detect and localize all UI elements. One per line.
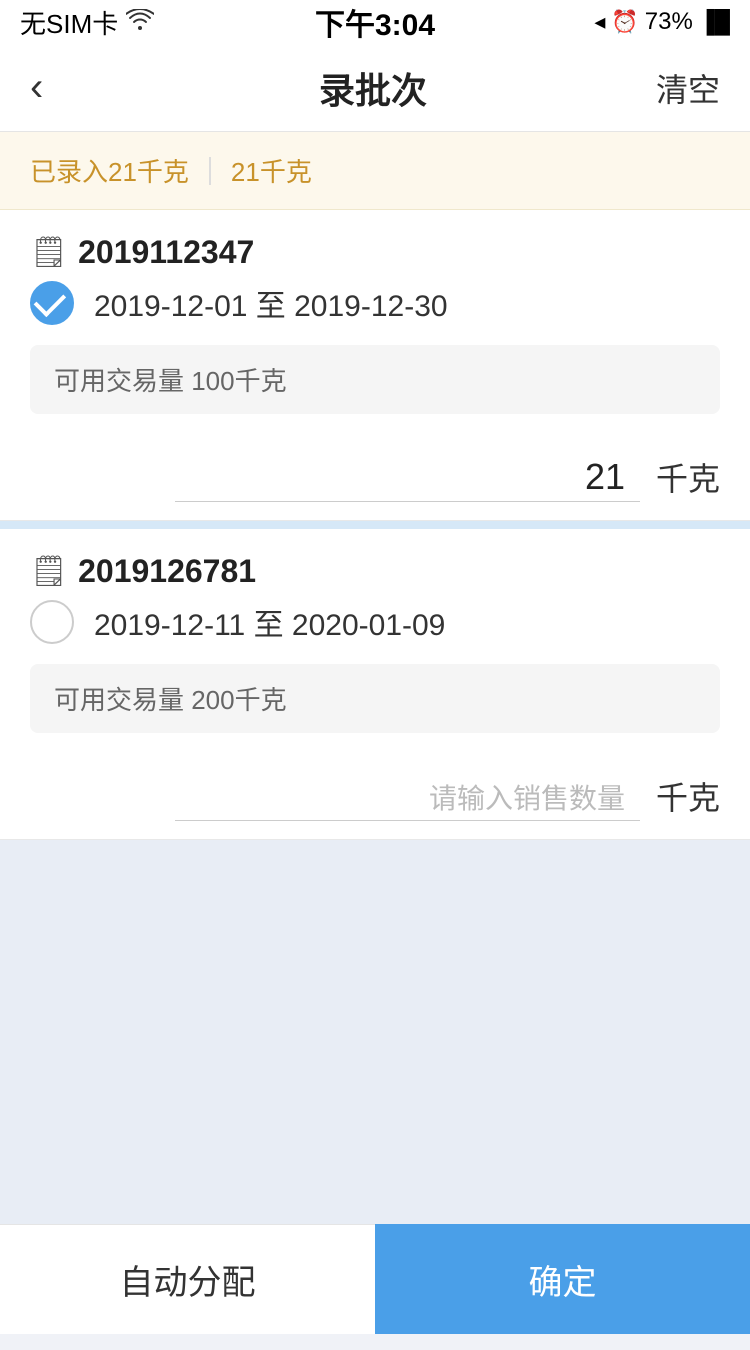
batch-id-1: 2019112347 xyxy=(78,234,254,271)
batch-id-2: 2019126781 xyxy=(78,553,256,590)
nav-bar: ‹ 录批次 清空 xyxy=(0,44,750,132)
batch-dates-2: 2019-12-11 至 2020-01-09 xyxy=(94,600,445,644)
batch-card-2: 🗒 2019126781 2019-12-11 至 2020-01-09 可用交… xyxy=(0,529,750,840)
clear-button[interactable]: 清空 xyxy=(656,65,720,111)
battery-icon: ▐█ xyxy=(699,9,730,35)
info-tag-label: 已录入21千克 xyxy=(30,152,189,189)
main-content: 🗒 2019112347 2019-12-01 至 2019-12-30 可用交… xyxy=(0,210,750,1350)
page-title: 录批次 xyxy=(319,62,427,114)
status-time: 下午3:04 xyxy=(315,0,435,44)
batch-date-row-2[interactable]: 2019-12-11 至 2020-01-09 xyxy=(0,600,750,654)
section-separator xyxy=(0,521,750,529)
status-bar: 无SIM卡 下午3:04 ◂ ⏰ 73% ▐█ xyxy=(0,0,750,44)
batch-date-row-1[interactable]: 2019-12-01 至 2019-12-30 xyxy=(0,281,750,335)
batch-header-2: 🗒 2019126781 xyxy=(0,529,750,600)
batch-avail-row-1: 可用交易量 100千克 xyxy=(30,345,720,414)
batch-avail-text-1: 可用交易量 100千克 xyxy=(54,366,287,396)
auto-distribute-button[interactable]: 自动分配 xyxy=(0,1224,375,1334)
carrier-label: 无SIM卡 xyxy=(20,4,118,41)
batch-header-1: 🗒 2019112347 xyxy=(0,210,750,281)
battery-label: 73% xyxy=(645,8,693,36)
info-banner: 已录入21千克 21千克 xyxy=(0,132,750,210)
status-left: 无SIM卡 xyxy=(20,4,154,41)
batch-avail-text-2: 可用交易量 200千克 xyxy=(54,685,287,715)
info-value-label: 21千克 xyxy=(231,152,312,189)
unit-label-1: 千克 xyxy=(656,454,720,500)
radio-1[interactable] xyxy=(30,281,74,325)
info-divider xyxy=(209,157,211,185)
back-button[interactable]: ‹ xyxy=(30,65,90,110)
status-right: ◂ ⏰ 73% ▐█ xyxy=(594,8,730,36)
batch-card-1: 🗒 2019112347 2019-12-01 至 2019-12-30 可用交… xyxy=(0,210,750,521)
confirm-button[interactable]: 确定 xyxy=(375,1224,750,1334)
location-icon: ◂ xyxy=(594,9,605,35)
wifi-icon xyxy=(126,7,154,38)
bottom-bar: 自动分配 确定 xyxy=(0,1224,750,1334)
input-row-2: 千克 xyxy=(0,753,750,840)
input-underline-2[interactable] xyxy=(175,775,640,817)
unit-label-2: 千克 xyxy=(656,773,720,819)
empty-area xyxy=(0,840,750,1240)
input-row-1: 千克 xyxy=(0,434,750,521)
radio-2[interactable] xyxy=(30,600,74,644)
input-underline-1[interactable] xyxy=(175,456,640,498)
batch-dates-1: 2019-12-01 至 2019-12-30 xyxy=(94,281,448,325)
alarm-icon: ⏰ xyxy=(611,9,638,35)
quantity-input-1[interactable] xyxy=(175,456,640,498)
batch-avail-row-2: 可用交易量 200千克 xyxy=(30,664,720,733)
batch-doc-icon-1: 🗒 xyxy=(30,235,68,270)
batch-doc-icon-2: 🗒 xyxy=(30,554,68,589)
quantity-input-2[interactable] xyxy=(175,775,640,817)
